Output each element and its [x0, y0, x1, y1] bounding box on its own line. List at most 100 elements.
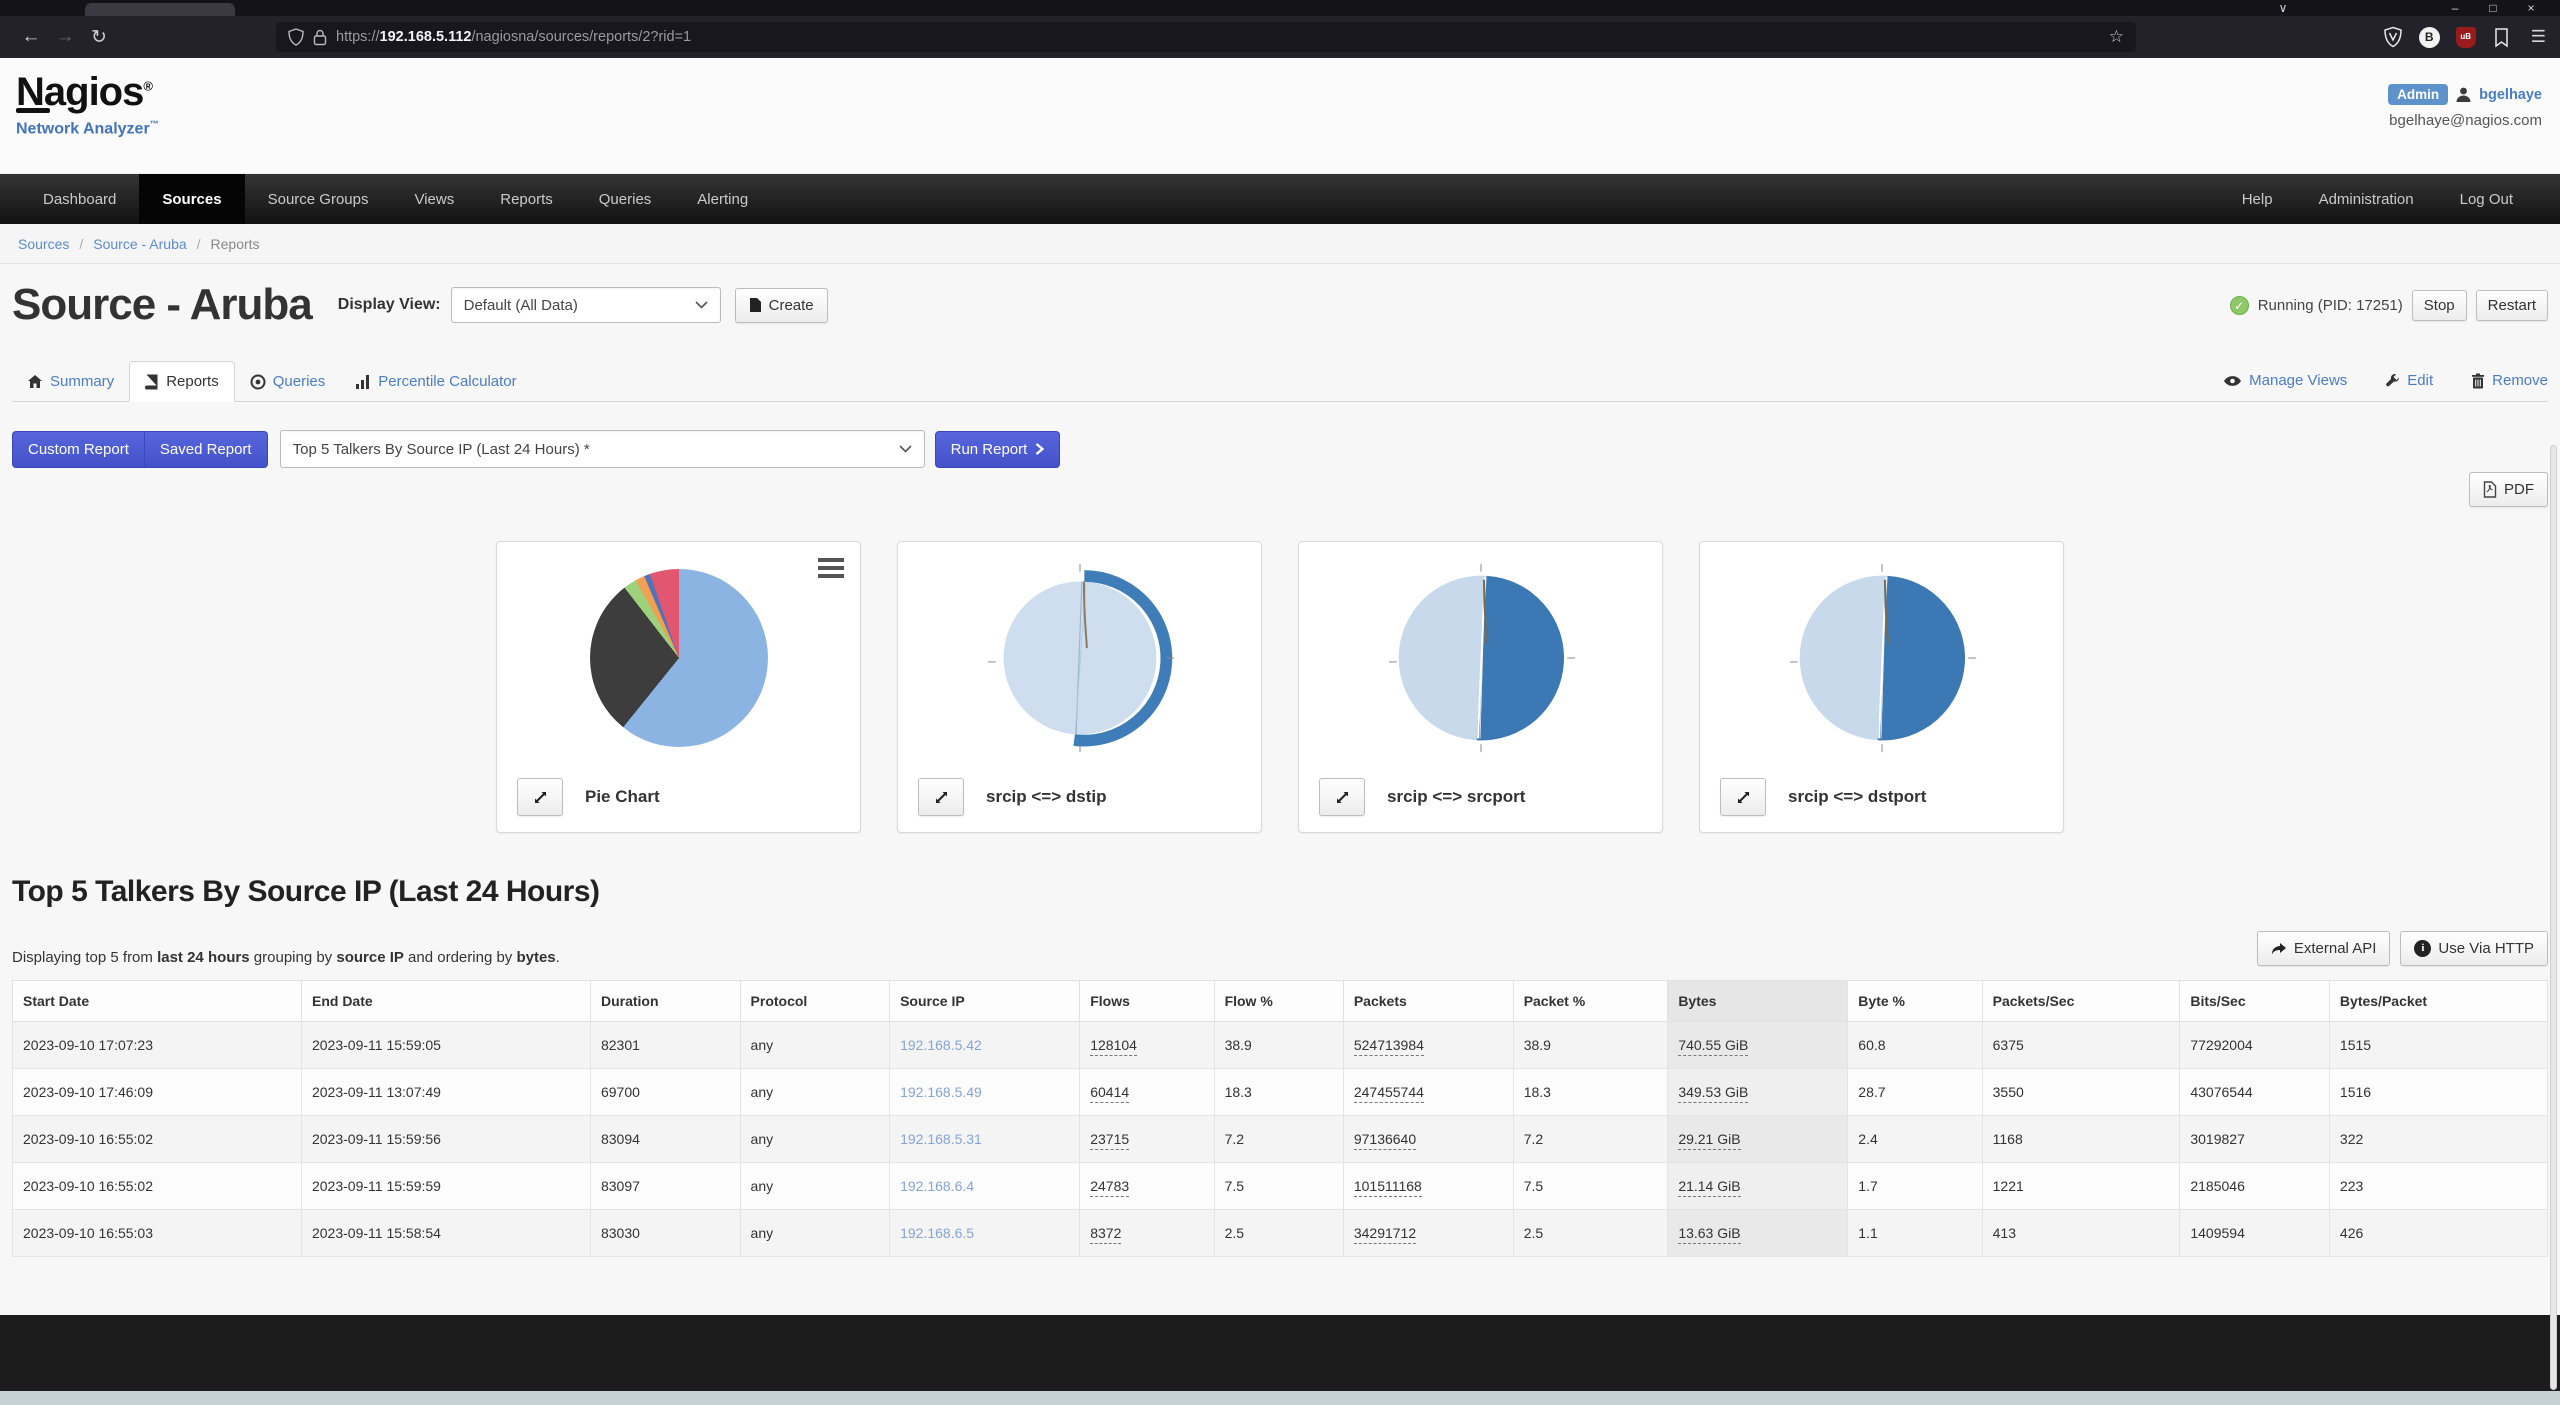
- browser-tab[interactable]: [85, 3, 235, 16]
- stop-button[interactable]: Stop: [2411, 289, 2467, 321]
- tabs-row: Summary Reports Queries Percentile Calcu…: [12, 356, 2548, 402]
- tab-summary[interactable]: Summary: [12, 362, 129, 401]
- table-cell: 2023-09-10 17:07:23: [12, 1021, 302, 1069]
- breadcrumb-sources[interactable]: Sources: [18, 236, 69, 252]
- column-header[interactable]: Packets: [1342, 980, 1514, 1022]
- tab-reports[interactable]: Reports: [129, 361, 235, 402]
- expand-arrows-icon: [935, 791, 947, 803]
- column-header[interactable]: End Date: [300, 980, 591, 1022]
- remove-link[interactable]: Remove: [2471, 372, 2548, 389]
- ublock-icon[interactable]: uB: [2455, 26, 2476, 48]
- running-check-icon: ✓: [2229, 295, 2249, 315]
- nav-item-logout[interactable]: Log Out: [2437, 174, 2536, 224]
- nav-item-queries[interactable]: Queries: [576, 174, 675, 224]
- custom-report-button[interactable]: Custom Report: [12, 430, 145, 468]
- use-via-http-button[interactable]: i Use Via HTTP: [2400, 931, 2548, 966]
- extension-save-icon[interactable]: [2492, 27, 2511, 48]
- display-view-select[interactable]: Default (All Data): [450, 287, 721, 323]
- window-maximize-icon[interactable]: □: [2474, 1, 2512, 15]
- nav-item-administration[interactable]: Administration: [2296, 174, 2437, 224]
- column-header[interactable]: Source IP: [889, 980, 1081, 1022]
- nav-item-help[interactable]: Help: [2219, 174, 2296, 224]
- window-close-icon[interactable]: ×: [2512, 1, 2550, 15]
- tab-percentile-calculator[interactable]: Percentile Calculator: [340, 362, 531, 401]
- expand-button[interactable]: [517, 778, 563, 816]
- table-cell: 18.3: [1512, 1068, 1669, 1116]
- extension-shield-icon[interactable]: [2383, 26, 2403, 48]
- saved-report-button[interactable]: Saved Report: [144, 430, 268, 468]
- expand-button[interactable]: [1319, 778, 1365, 816]
- column-header[interactable]: Byte %: [1847, 980, 1983, 1022]
- chart-menu-icon[interactable]: [818, 558, 844, 578]
- edit-link[interactable]: Edit: [2385, 372, 2433, 389]
- expand-button[interactable]: [1720, 778, 1766, 816]
- trash-icon: [2472, 373, 2485, 388]
- column-header[interactable]: Flow %: [1213, 980, 1344, 1022]
- column-header[interactable]: Bytes: [1667, 980, 1849, 1022]
- scrollbar-thumb[interactable]: [2550, 445, 2557, 1390]
- run-report-button[interactable]: Run Report: [934, 430, 1061, 468]
- source-ip-link[interactable]: 192.168.5.49: [900, 1084, 982, 1100]
- column-header[interactable]: Duration: [589, 980, 741, 1022]
- source-ip-link[interactable]: 192.168.5.42: [900, 1037, 982, 1053]
- expand-arrows-icon: [1336, 791, 1348, 803]
- external-api-button[interactable]: External API: [2256, 931, 2391, 966]
- column-header[interactable]: Start Date: [12, 980, 302, 1022]
- browser-menu-icon[interactable]: ☰: [2531, 27, 2546, 47]
- back-icon[interactable]: ←: [14, 26, 48, 48]
- url-text[interactable]: https://192.168.5.112/nagiosna/sources/r…: [336, 29, 691, 45]
- table-cell: 29.21 GiB: [1667, 1115, 1849, 1163]
- source-ip-link[interactable]: 192.168.5.31: [900, 1131, 982, 1147]
- breadcrumb-source-aruba[interactable]: Source - Aruba: [93, 236, 186, 252]
- window-chevron-icon[interactable]: ∨: [2264, 1, 2302, 15]
- chord-chart-srcport[interactable]: [1383, 560, 1579, 756]
- column-header[interactable]: Flows: [1079, 980, 1215, 1022]
- extension-b-icon[interactable]: B: [2418, 26, 2440, 48]
- nav-item-dashboard[interactable]: Dashboard: [20, 174, 139, 224]
- pdf-button[interactable]: PDF: [2469, 472, 2548, 507]
- column-header[interactable]: Bytes/Packet: [2328, 980, 2549, 1022]
- restart-button[interactable]: Restart: [2475, 289, 2548, 321]
- table-cell: 2023-09-10 17:46:09: [12, 1068, 302, 1116]
- tracking-shield-icon[interactable]: [288, 28, 304, 46]
- chord-chart-dstport[interactable]: [1784, 560, 1980, 756]
- tooltip-value: 60414: [1090, 1084, 1130, 1103]
- table-cell: 192.168.6.4: [889, 1162, 1081, 1210]
- column-header[interactable]: Bits/Sec: [2179, 980, 2330, 1022]
- expand-button[interactable]: [918, 778, 964, 816]
- nav-item-sources[interactable]: Sources: [139, 174, 245, 224]
- pie-chart[interactable]: [589, 569, 768, 747]
- source-ip-link[interactable]: 192.168.6.5: [900, 1225, 974, 1241]
- browser-chrome: ∨ – □ × ← → ↻ https://192.168.5.112/nagi…: [0, 0, 2560, 58]
- lock-icon[interactable]: [313, 29, 327, 46]
- url-bar[interactable]: https://192.168.5.112/nagiosna/sources/r…: [276, 22, 2136, 52]
- table-cell: 524713984: [1342, 1021, 1514, 1069]
- eye-icon: [2224, 375, 2242, 386]
- create-button[interactable]: Create: [734, 287, 828, 323]
- table-row: 2023-09-10 17:46:09 2023-09-11 13:07:49 69…: [12, 1068, 2549, 1116]
- reload-icon[interactable]: ↻: [82, 26, 116, 49]
- column-header[interactable]: Protocol: [739, 980, 891, 1022]
- table-cell: 192.168.6.5: [889, 1209, 1081, 1257]
- table-cell: 8372: [1079, 1209, 1215, 1257]
- nav-item-source-groups[interactable]: Source Groups: [245, 174, 392, 224]
- column-header[interactable]: Packets/Sec: [1981, 980, 2181, 1022]
- column-header[interactable]: Packet %: [1512, 980, 1669, 1022]
- table-cell: 2023-09-11 15:59:56: [300, 1115, 591, 1163]
- nav-item-views[interactable]: Views: [391, 174, 477, 224]
- tooltip-value: 740.55 GiB: [1678, 1037, 1749, 1056]
- table-row: 2023-09-10 16:55:02 2023-09-11 15:59:59 83…: [12, 1162, 2549, 1210]
- username-link[interactable]: bgelhaye: [2479, 87, 2542, 103]
- tab-queries[interactable]: Queries: [235, 362, 341, 401]
- chord-chart-dstip[interactable]: [982, 560, 1178, 756]
- nav-item-reports[interactable]: Reports: [477, 174, 576, 224]
- brand-subtitle: Network Analyzer™: [16, 119, 159, 138]
- forward-icon[interactable]: →: [48, 26, 82, 48]
- report-select[interactable]: Top 5 Talkers By Source IP (Last 24 Hour…: [279, 430, 925, 468]
- manage-views-link[interactable]: Manage Views: [2223, 372, 2347, 389]
- table-cell: 192.168.5.49: [889, 1068, 1081, 1116]
- source-ip-link[interactable]: 192.168.6.4: [900, 1178, 974, 1194]
- nav-item-alerting[interactable]: Alerting: [674, 174, 771, 224]
- bookmark-star-icon[interactable]: ☆: [2109, 27, 2124, 47]
- window-minimize-icon[interactable]: –: [2436, 1, 2474, 15]
